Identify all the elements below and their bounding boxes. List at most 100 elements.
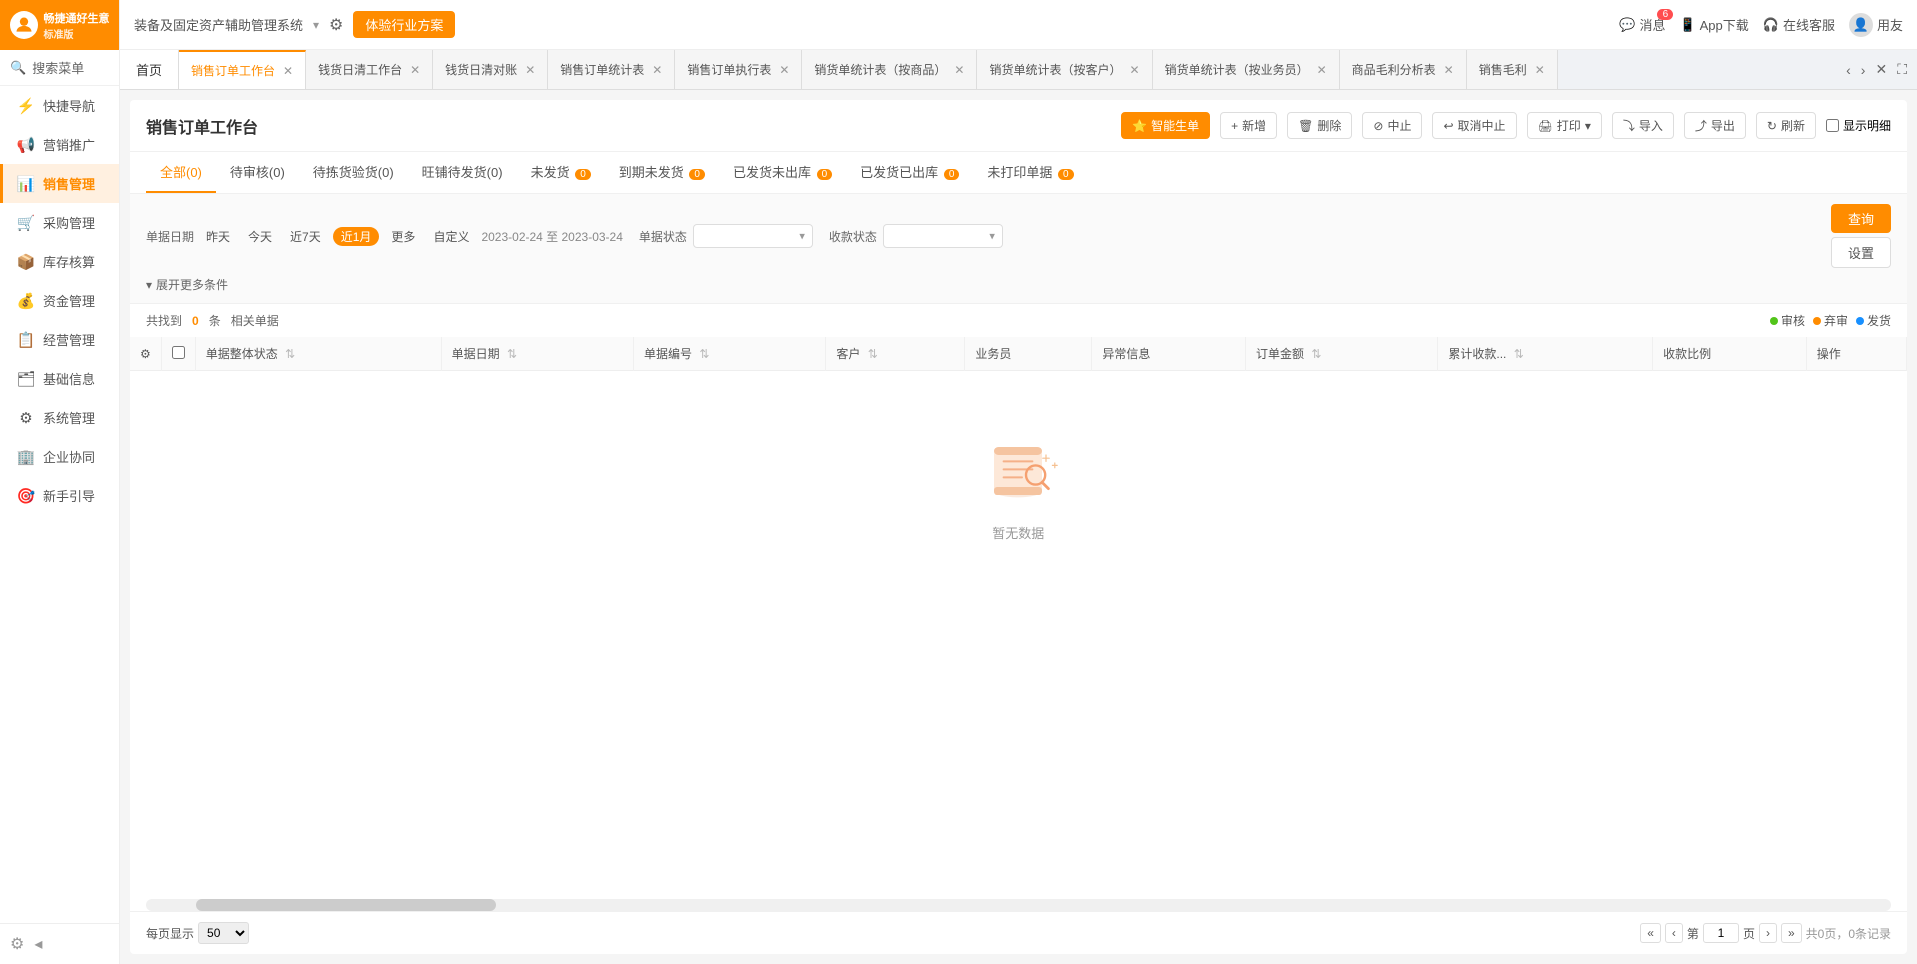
tab-sales-summary-staff[interactable]: 销货单统计表（按业务员） ✕ <box>1153 50 1340 90</box>
show-detail-checkbox[interactable]: 显示明细 <box>1826 117 1891 134</box>
tab-sales-summary-customer[interactable]: 销货单统计表（按客户） ✕ <box>977 50 1152 90</box>
sort-icon[interactable]: ⇅ <box>507 347 517 361</box>
tab-close-icon[interactable]: ✕ <box>1535 63 1545 77</box>
sub-tab-pending-review[interactable]: 待审核(0) <box>216 152 299 193</box>
settings-footer-icon[interactable]: ⚙ <box>10 934 24 954</box>
last-page-btn[interactable]: » <box>1781 923 1802 943</box>
tab-close-icon[interactable]: ✕ <box>779 63 789 77</box>
sub-tab-all[interactable]: 全部(0) <box>146 152 216 193</box>
add-btn[interactable]: + 新增 <box>1220 112 1277 139</box>
payment-select[interactable] <box>883 224 1003 248</box>
sidebar-item-finance[interactable]: 💰 资金管理 <box>0 281 119 320</box>
collapse-sidebar-icon[interactable]: ◂ <box>34 934 42 954</box>
tab-sales-summary-product[interactable]: 销货单统计表（按商品） ✕ <box>802 50 977 90</box>
sidebar-item-sales[interactable]: 📊 销售管理 <box>0 164 119 203</box>
sidebar-item-guide[interactable]: 🎯 新手引导 <box>0 476 119 515</box>
sort-icon[interactable]: ⇅ <box>285 347 295 361</box>
tab-home[interactable]: 首页 <box>120 50 179 90</box>
print-btn[interactable]: 🖨 打印 ▾ <box>1527 112 1602 139</box>
date-more[interactable]: 更多 <box>385 226 421 247</box>
user-btn[interactable]: 👤 用友 <box>1849 13 1903 37</box>
export-btn[interactable]: ⤴ 导出 <box>1684 112 1746 139</box>
sidebar-item-marketing[interactable]: 📢 营销推广 <box>0 125 119 164</box>
tab-close-icon[interactable]: ✕ <box>954 63 964 77</box>
tab-close-icon[interactable]: ✕ <box>652 63 662 77</box>
date-yesterday[interactable]: 昨天 <box>200 226 236 247</box>
tab-cash-reconcile[interactable]: 钱货日清对账 ✕ <box>433 50 548 90</box>
sub-tab-not-printed[interactable]: 未打印单据 0 <box>973 152 1087 193</box>
column-settings-icon[interactable]: ⚙ <box>140 347 151 361</box>
sub-tab-pending-inspect[interactable]: 待拣货验货(0) <box>299 152 408 193</box>
stop-btn[interactable]: ⊘ 中止 <box>1362 112 1422 139</box>
review-action-btn[interactable]: 审核 <box>1770 312 1805 329</box>
delete-btn[interactable]: 🗑 删除 <box>1287 112 1352 139</box>
status-select[interactable] <box>693 224 813 248</box>
refresh-btn[interactable]: ↻ 刷新 <box>1756 112 1816 139</box>
import-btn[interactable]: ⤵ 导入 <box>1612 112 1674 139</box>
ship-action-btn[interactable]: 发货 <box>1856 312 1891 329</box>
tab-fullscreen-btn[interactable]: ⛶ <box>1893 59 1911 80</box>
sub-tab-shipped-out[interactable]: 已发货已出库 0 <box>846 152 973 193</box>
filter-settings-btn[interactable]: 设置 <box>1831 237 1891 268</box>
trial-btn[interactable]: 体验行业方案 <box>353 11 455 38</box>
sidebar-item-system[interactable]: ⚙ 系统管理 <box>0 398 119 437</box>
tab-close-icon[interactable]: ✕ <box>525 63 535 77</box>
tab-daily-cash[interactable]: 钱货日清工作台 ✕ <box>306 50 433 90</box>
select-all-checkbox[interactable] <box>172 346 185 359</box>
smart-create-btn[interactable]: ⭐ 智能生单 <box>1121 112 1210 139</box>
sidebar-item-purchase[interactable]: 🛒 采购管理 <box>0 203 119 242</box>
sort-icon[interactable]: ⇅ <box>1514 347 1524 361</box>
expand-btn[interactable]: ▾ 展开更多条件 <box>146 276 1891 293</box>
date-7days[interactable]: 近7天 <box>284 226 327 247</box>
per-page-select[interactable]: 50 100 200 <box>198 922 249 944</box>
sidebar-item-basic[interactable]: 🗂 基础信息 <box>0 359 119 398</box>
cancel-review-btn[interactable]: 弃审 <box>1813 312 1848 329</box>
review-label: 审核 <box>1781 312 1805 329</box>
date-today[interactable]: 今天 <box>242 226 278 247</box>
app-download-btn[interactable]: 📱 App下载 <box>1679 15 1748 34</box>
next-page-btn[interactable]: › <box>1759 923 1777 943</box>
tab-close-icon[interactable]: ✕ <box>1317 63 1327 77</box>
sub-tab-not-shipped[interactable]: 未发货 0 <box>517 152 605 193</box>
tab-gross-profit[interactable]: 商品毛利分析表 ✕ <box>1340 50 1467 90</box>
sidebar-item-quick-nav[interactable]: ⚡ 快捷导航 <box>0 86 119 125</box>
th-settings[interactable]: ⚙ <box>130 337 161 371</box>
settings-icon[interactable]: ⚙ <box>329 15 343 35</box>
sidebar-item-inventory[interactable]: 📦 库存核算 <box>0 242 119 281</box>
cancel-stop-btn[interactable]: ↩ 取消中止 <box>1432 112 1516 139</box>
sort-icon[interactable]: ⇅ <box>699 347 709 361</box>
date-1month[interactable]: 近1月 <box>333 227 380 246</box>
tab-close-icon[interactable]: ✕ <box>1444 63 1454 77</box>
prev-page-btn[interactable]: ‹ <box>1665 923 1683 943</box>
tab-close-icon[interactable]: ✕ <box>283 64 293 78</box>
tab-sales-exec[interactable]: 销售订单执行表 ✕ <box>675 50 802 90</box>
sidebar-item-enterprise[interactable]: 🏢 企业协同 <box>0 437 119 476</box>
sidebar-search[interactable]: 🔍 搜索菜单 <box>0 50 119 86</box>
tab-close-all-btn[interactable]: ✕ <box>1871 59 1891 80</box>
sub-tab-overdue[interactable]: 到期未发货 0 <box>605 152 719 193</box>
tab-close-icon[interactable]: ✕ <box>1130 63 1140 77</box>
tab-scroll-right-btn[interactable]: › <box>1857 60 1870 80</box>
sub-tab-shipped-not-out[interactable]: 已发货未出库 0 <box>719 152 846 193</box>
message-btn[interactable]: 💬 消息 6 <box>1619 15 1665 34</box>
sidebar-footer: ⚙ ◂ <box>0 923 119 964</box>
sort-icon[interactable]: ⇅ <box>868 347 878 361</box>
sidebar-item-operations[interactable]: 📋 经营管理 <box>0 320 119 359</box>
sub-tab-wangpu[interactable]: 旺铺待发货(0) <box>408 152 517 193</box>
tab-sales-workbench[interactable]: 销售订单工作台 ✕ <box>179 50 306 90</box>
query-btn[interactable]: 查询 <box>1831 204 1891 233</box>
h-scrollbar[interactable] <box>146 899 1891 911</box>
online-service-btn[interactable]: 🎧 在线客服 <box>1763 15 1835 34</box>
th-checkbox[interactable] <box>161 337 195 371</box>
show-detail-input[interactable] <box>1826 119 1839 132</box>
tab-sales-stats[interactable]: 销售订单统计表 ✕ <box>548 50 675 90</box>
tab-sales-profit[interactable]: 销售毛利 ✕ <box>1467 50 1558 90</box>
tab-close-icon[interactable]: ✕ <box>410 63 420 77</box>
first-page-btn[interactable]: « <box>1640 923 1661 943</box>
h-scrollbar-thumb[interactable] <box>196 899 496 911</box>
date-custom[interactable]: 自定义 <box>427 226 475 247</box>
page-input[interactable] <box>1703 923 1739 943</box>
sort-icon[interactable]: ⇅ <box>1311 347 1321 361</box>
empty-state-cell: 暂无数据 <box>130 371 1907 603</box>
tab-scroll-left-btn[interactable]: ‹ <box>1842 60 1855 80</box>
